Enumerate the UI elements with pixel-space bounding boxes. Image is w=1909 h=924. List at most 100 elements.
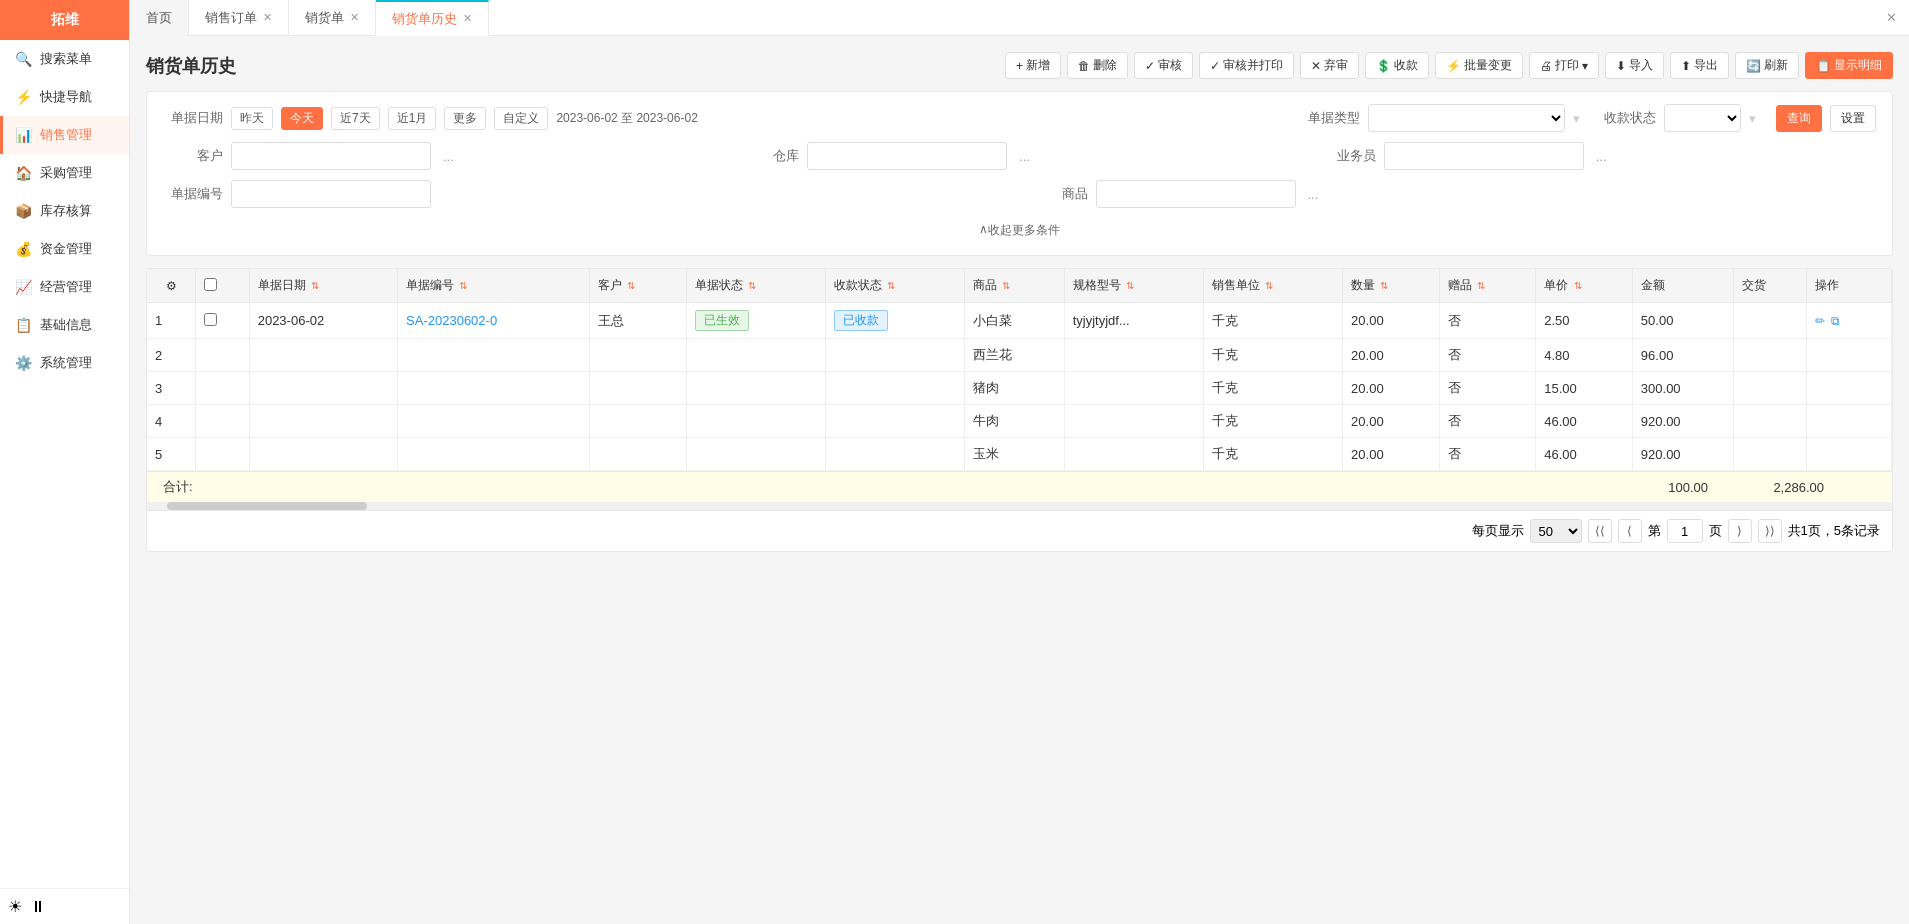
review-print-button[interactable]: ✓ 审核并打印 bbox=[1199, 52, 1294, 79]
col-goods[interactable]: 商品 ⇅ bbox=[965, 269, 1065, 303]
col-settings[interactable]: ⚙ bbox=[147, 269, 196, 303]
cell-actions: ✏⧉ bbox=[1806, 303, 1891, 339]
col-date[interactable]: 单据日期 ⇅ bbox=[249, 269, 397, 303]
today-btn[interactable]: 今天 bbox=[281, 107, 323, 130]
sidebar-item-search-menu[interactable]: 🔍 搜索菜单 bbox=[0, 40, 129, 78]
sidebar-item-system-mgmt[interactable]: ⚙️ 系统管理 bbox=[0, 344, 129, 382]
add-button[interactable]: + 新增 bbox=[1005, 52, 1061, 79]
review-button[interactable]: ✓ 审核 bbox=[1134, 52, 1193, 79]
cell-actions bbox=[1806, 372, 1891, 405]
show-detail-button[interactable]: 📋 显示明细 bbox=[1805, 52, 1893, 79]
col-customer[interactable]: 客户 ⇅ bbox=[590, 269, 687, 303]
tab-sales-order-close[interactable]: ✕ bbox=[263, 11, 272, 24]
custom-date-btn[interactable]: 自定义 bbox=[494, 107, 548, 130]
cell-orderno[interactable] bbox=[398, 438, 590, 471]
edit-action[interactable]: ✏ bbox=[1815, 314, 1825, 328]
sidebar-item-quick-nav[interactable]: ⚡ 快捷导航 bbox=[0, 78, 129, 116]
table-row: 1 2023-06-02 SA-20230602-0 王总 已生效 已收款 小白… bbox=[147, 303, 1892, 339]
tab-sales-history[interactable]: 销货单历史 ✕ bbox=[376, 0, 489, 36]
collect-status-select[interactable] bbox=[1664, 104, 1741, 132]
collect-button[interactable]: 💲 收款 bbox=[1365, 52, 1429, 79]
cell-checkbox[interactable] bbox=[196, 339, 249, 372]
sidebar-item-sales-mgmt[interactable]: 📊 销售管理 bbox=[0, 116, 129, 154]
import-button[interactable]: ⬇ 导入 bbox=[1605, 52, 1664, 79]
tab-sales-history-close[interactable]: ✕ bbox=[463, 12, 472, 25]
yesterday-btn[interactable]: 昨天 bbox=[231, 107, 273, 130]
cell-checkbox[interactable] bbox=[196, 405, 249, 438]
settings-filter-btn[interactable]: 设置 bbox=[1830, 105, 1876, 132]
sidebar-pause-btn[interactable]: ⏸ bbox=[30, 898, 46, 916]
more-date-btn[interactable]: 更多 bbox=[444, 107, 486, 130]
col-price[interactable]: 单价 ⇅ bbox=[1536, 269, 1633, 303]
staff-input[interactable] bbox=[1384, 142, 1584, 170]
tab-sales-goods-close[interactable]: ✕ bbox=[350, 11, 359, 24]
staff-ellipsis[interactable]: ... bbox=[1596, 149, 1607, 164]
query-button[interactable]: 查询 bbox=[1776, 105, 1822, 132]
cell-orderno[interactable] bbox=[398, 405, 590, 438]
sidebar-item-purchase-mgmt[interactable]: 🏠 采购管理 bbox=[0, 154, 129, 192]
col-orderstatus[interactable]: 单据状态 ⇅ bbox=[686, 269, 825, 303]
col-spec[interactable]: 规格型号 ⇅ bbox=[1064, 269, 1203, 303]
table-row: 4 牛肉 千克 20.00 否 46.00 920.00 bbox=[147, 405, 1892, 438]
copy-action[interactable]: ⧉ bbox=[1831, 314, 1840, 328]
cell-unit: 千克 bbox=[1203, 339, 1342, 372]
tab-home[interactable]: 首页 bbox=[130, 0, 189, 36]
horizontal-scrollbar[interactable] bbox=[147, 502, 1892, 510]
col-checkbox[interactable] bbox=[196, 269, 249, 303]
row-checkbox[interactable] bbox=[204, 313, 217, 326]
sidebar-item-basic-info[interactable]: 📋 基础信息 bbox=[0, 306, 129, 344]
tab-sales-order[interactable]: 销售订单 ✕ bbox=[189, 0, 289, 36]
cell-orderno[interactable]: SA-20230602-0 bbox=[398, 303, 590, 339]
col-collectstatus[interactable]: 收款状态 ⇅ bbox=[825, 269, 964, 303]
col-qty[interactable]: 数量 ⇅ bbox=[1343, 269, 1440, 303]
cell-gift: 否 bbox=[1439, 372, 1536, 405]
last-page-btn[interactable]: ⟩⟩ bbox=[1758, 519, 1782, 543]
cell-checkbox[interactable] bbox=[196, 372, 249, 405]
data-table-container: ⚙ 单据日期 ⇅ 单据编号 ⇅ 客户 ⇅ bbox=[146, 268, 1893, 552]
orderno-input[interactable] bbox=[231, 180, 431, 208]
cell-checkbox[interactable] bbox=[196, 303, 249, 339]
cell-orderno[interactable] bbox=[398, 339, 590, 372]
tab-sales-goods[interactable]: 销货单 ✕ bbox=[289, 0, 376, 36]
export-button[interactable]: ⬆ 导出 bbox=[1670, 52, 1729, 79]
prev-page-btn[interactable]: ⟨ bbox=[1618, 519, 1642, 543]
goods-ellipsis[interactable]: ... bbox=[1308, 187, 1319, 202]
next-page-btn[interactable]: ⟩ bbox=[1728, 519, 1752, 543]
sidebar-item-inventory[interactable]: 📦 库存核算 bbox=[0, 192, 129, 230]
customer-ellipsis[interactable]: ... bbox=[443, 149, 454, 164]
page-number-input[interactable] bbox=[1667, 519, 1703, 543]
goods-input[interactable] bbox=[1096, 180, 1296, 208]
sidebar-item-operations[interactable]: 📈 经营管理 bbox=[0, 268, 129, 306]
last7-btn[interactable]: 近7天 bbox=[331, 107, 380, 130]
cell-spec bbox=[1064, 372, 1203, 405]
warehouse-ellipsis[interactable]: ... bbox=[1019, 149, 1030, 164]
cell-amount: 920.00 bbox=[1632, 405, 1733, 438]
sidebar-collapse-btn[interactable]: ☀ bbox=[8, 897, 22, 916]
customer-input[interactable] bbox=[231, 142, 431, 170]
delete-button[interactable]: 🗑 删除 bbox=[1067, 52, 1128, 79]
total-label: 合计: bbox=[155, 478, 235, 496]
abandon-button[interactable]: ✕ 弃审 bbox=[1300, 52, 1359, 79]
refresh-button[interactable]: 🔄 刷新 bbox=[1735, 52, 1799, 79]
goods-label: 商品 bbox=[1028, 185, 1088, 203]
sidebar-item-finance[interactable]: 💰 资金管理 bbox=[0, 230, 129, 268]
cell-checkbox[interactable] bbox=[196, 438, 249, 471]
select-all-checkbox[interactable] bbox=[204, 278, 217, 291]
page-header: 销货单历史 + 新增 🗑 删除 ✓ 审核 ✓ 审核并打印 bbox=[146, 52, 1893, 79]
page-size-select[interactable]: 50 100 200 bbox=[1530, 519, 1582, 543]
warehouse-input[interactable] bbox=[807, 142, 1007, 170]
last-month-btn[interactable]: 近1月 bbox=[388, 107, 437, 130]
col-unit[interactable]: 销售单位 ⇅ bbox=[1203, 269, 1342, 303]
first-page-btn[interactable]: ⟨⟨ bbox=[1588, 519, 1612, 543]
sidebar-item-label: 库存核算 bbox=[40, 202, 92, 220]
scrollbar-thumb[interactable] bbox=[167, 502, 367, 510]
batch-change-button[interactable]: ⚡ 批量变更 bbox=[1435, 52, 1523, 79]
cell-orderno[interactable] bbox=[398, 372, 590, 405]
sidebar-item-label: 销售管理 bbox=[40, 126, 92, 144]
filter-collapse-row[interactable]: ∧ 收起更多条件 bbox=[163, 218, 1876, 243]
col-orderno[interactable]: 单据编号 ⇅ bbox=[398, 269, 590, 303]
col-gift[interactable]: 赠品 ⇅ bbox=[1439, 269, 1536, 303]
type-select[interactable] bbox=[1368, 104, 1565, 132]
tab-bar-close-btn[interactable]: ✕ bbox=[1874, 10, 1909, 25]
print-button[interactable]: 🖨 打印 ▾ bbox=[1529, 52, 1599, 79]
